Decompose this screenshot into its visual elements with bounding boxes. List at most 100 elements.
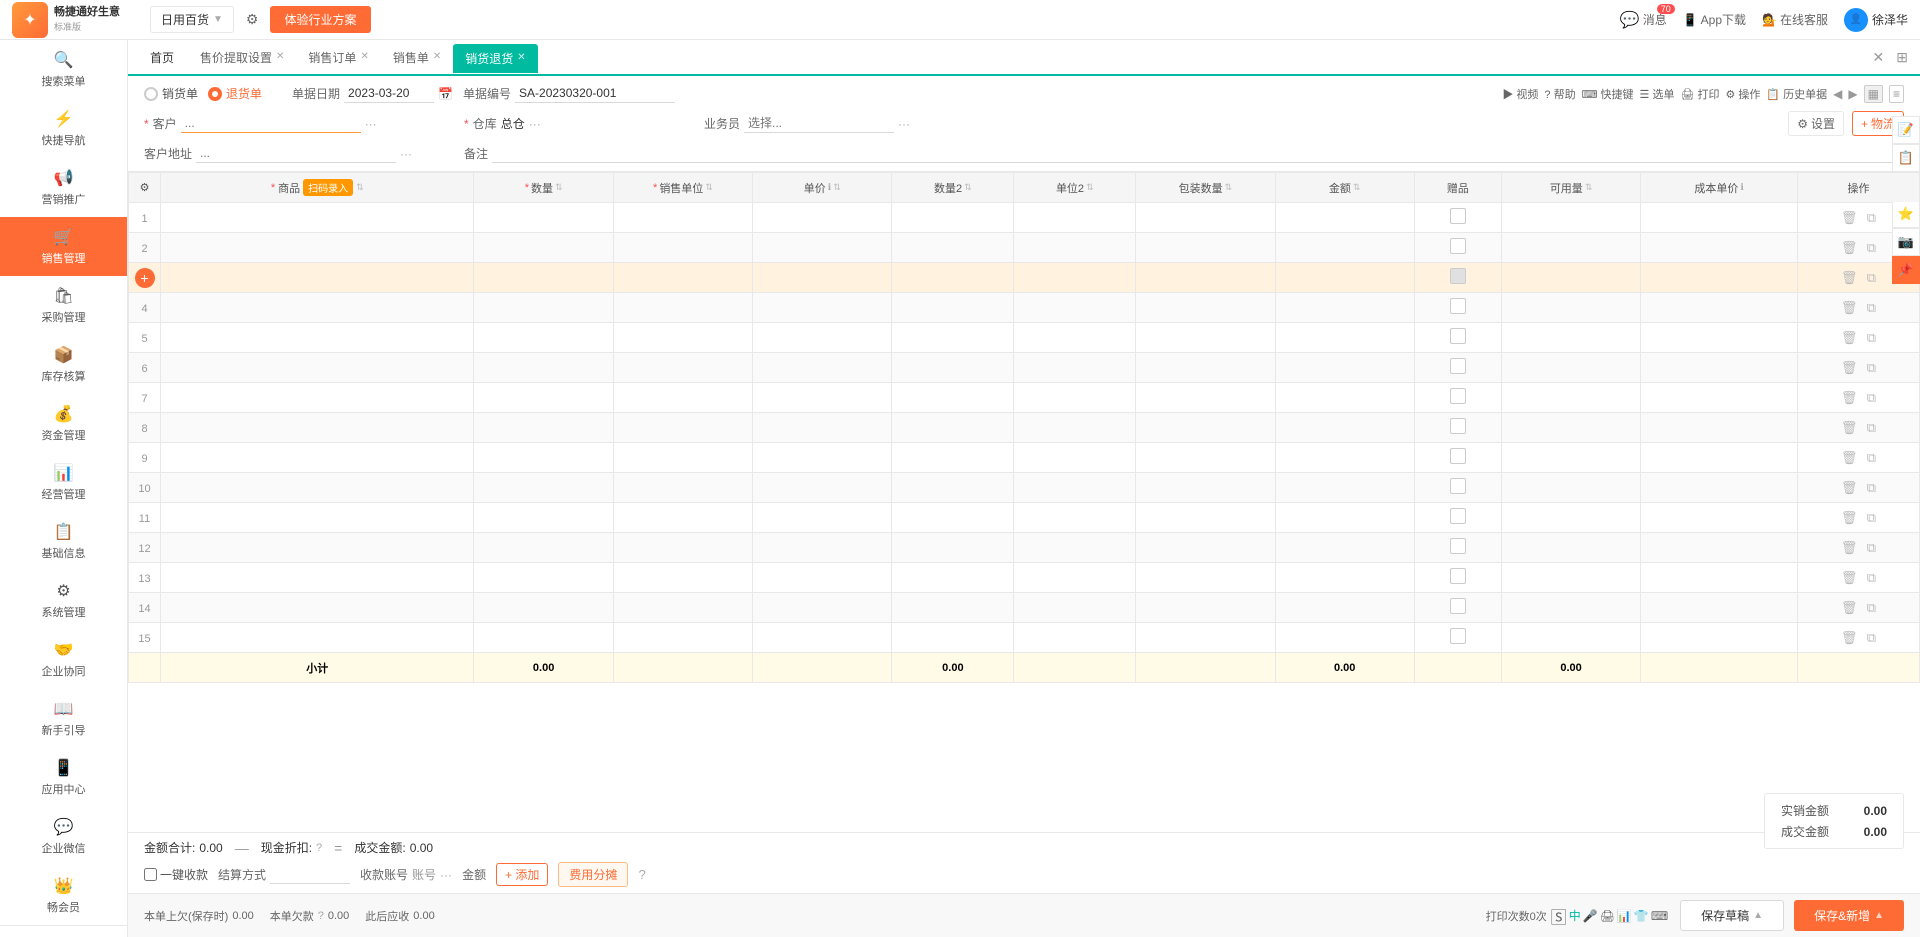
row-qty2-12[interactable] bbox=[892, 533, 1014, 563]
settings-nav-icon[interactable]: ⚙ bbox=[238, 7, 267, 32]
row-gift-9[interactable] bbox=[1414, 443, 1501, 473]
row-quantity-8[interactable] bbox=[474, 413, 613, 443]
delete-row-btn-13[interactable]: 🗑 bbox=[1841, 570, 1858, 585]
row-qty2-15[interactable] bbox=[892, 623, 1014, 653]
tab-close-return[interactable]: ✕ bbox=[517, 53, 525, 63]
sidebar-item-operations[interactable]: 📊 经营管理 bbox=[0, 453, 127, 512]
row-quantity-5[interactable] bbox=[474, 323, 613, 353]
sidebar-item-marketing[interactable]: 📢 营销推广 bbox=[0, 158, 127, 217]
print-btn[interactable]: 🖨 打印 bbox=[1680, 86, 1719, 102]
row-sales-unit-2[interactable] bbox=[613, 233, 752, 263]
tab-price-extract[interactable]: 售价提取设置 ✕ bbox=[188, 43, 296, 74]
row-qty2-6[interactable] bbox=[892, 353, 1014, 383]
row-cost-price-8[interactable] bbox=[1641, 413, 1798, 443]
row-cost-price-10[interactable] bbox=[1641, 473, 1798, 503]
row-pack-qty-4[interactable] bbox=[1136, 293, 1275, 323]
row-unit2-8[interactable] bbox=[1014, 413, 1136, 443]
copy-row-btn-5[interactable]: ⧉ bbox=[1867, 330, 1876, 345]
history-btn[interactable]: 📋 历史单据 bbox=[1766, 86, 1827, 102]
online-service-btn[interactable]: 💁 在线客服 bbox=[1762, 11, 1828, 28]
draft-dropdown-icon[interactable]: ▲ bbox=[1753, 910, 1763, 921]
payment-checkbox[interactable] bbox=[144, 868, 157, 881]
row-qty2-2[interactable] bbox=[892, 233, 1014, 263]
row-available-1[interactable] bbox=[1501, 203, 1640, 233]
row-quantity-12[interactable] bbox=[474, 533, 613, 563]
row-qty2-4[interactable] bbox=[892, 293, 1014, 323]
row-unit2-4[interactable] bbox=[1014, 293, 1136, 323]
tab-close-price[interactable]: ✕ bbox=[276, 52, 284, 62]
row-quantity-3[interactable] bbox=[474, 263, 613, 293]
row-pack-qty-14[interactable] bbox=[1136, 593, 1275, 623]
delete-row-btn-14[interactable]: 🗑 bbox=[1841, 600, 1858, 615]
right-panel-list-icon[interactable]: 📋 bbox=[1892, 144, 1920, 172]
row-amount-4[interactable] bbox=[1275, 293, 1414, 323]
row-unit2-13[interactable] bbox=[1014, 563, 1136, 593]
delete-row-btn-10[interactable]: 🗑 bbox=[1841, 480, 1858, 495]
row-product-14[interactable] bbox=[161, 593, 474, 623]
row-pack-qty-13[interactable] bbox=[1136, 563, 1275, 593]
row-pack-qty-10[interactable] bbox=[1136, 473, 1275, 503]
row-product-8[interactable] bbox=[161, 413, 474, 443]
row-gift-7[interactable] bbox=[1414, 383, 1501, 413]
sort-unit-icon[interactable]: ⇅ bbox=[705, 182, 713, 193]
prev-record-btn[interactable]: ◀ bbox=[1833, 87, 1842, 101]
sidebar-item-inventory[interactable]: 📦 库存核算 bbox=[0, 335, 127, 394]
row-unit-price-14[interactable] bbox=[753, 593, 892, 623]
grid-view-btn[interactable]: ▦ bbox=[1864, 85, 1883, 103]
row-unit2-14[interactable] bbox=[1014, 593, 1136, 623]
row-pack-qty-1[interactable] bbox=[1136, 203, 1275, 233]
user-area[interactable]: 👤 徐泽华 bbox=[1844, 8, 1908, 32]
delete-row-btn-12[interactable]: 🗑 bbox=[1841, 540, 1858, 555]
customer-picker-icon[interactable]: ··· bbox=[365, 117, 377, 131]
radio-return[interactable]: 退货单 bbox=[208, 85, 262, 102]
sort-product-icon[interactable]: ⇅ bbox=[356, 182, 364, 193]
right-panel-note-icon[interactable]: 📝 bbox=[1892, 116, 1920, 144]
row-amount-1[interactable] bbox=[1275, 203, 1414, 233]
row-product-12[interactable] bbox=[161, 533, 474, 563]
copy-row-btn-10[interactable]: ⧉ bbox=[1867, 480, 1876, 495]
copy-row-btn-3[interactable]: ⧉ bbox=[1867, 270, 1876, 285]
row-pack-qty-5[interactable] bbox=[1136, 323, 1275, 353]
delete-row-btn-7[interactable]: 🗑 bbox=[1841, 390, 1858, 405]
copy-row-btn-9[interactable]: ⧉ bbox=[1867, 450, 1876, 465]
row-gift-15[interactable] bbox=[1414, 623, 1501, 653]
row-available-10[interactable] bbox=[1501, 473, 1640, 503]
tab-sales[interactable]: 销售单 ✕ bbox=[381, 43, 453, 74]
delete-row-btn-5[interactable]: 🗑 bbox=[1841, 330, 1858, 345]
row-amount-3[interactable] bbox=[1275, 263, 1414, 293]
row-pack-qty-15[interactable] bbox=[1136, 623, 1275, 653]
radio-sales[interactable]: 销货单 bbox=[144, 85, 198, 102]
row-gift-4[interactable] bbox=[1414, 293, 1501, 323]
delete-row-btn-8[interactable]: 🗑 bbox=[1841, 420, 1858, 435]
single-debt-help[interactable]: ? bbox=[318, 910, 324, 922]
row-amount-14[interactable] bbox=[1275, 593, 1414, 623]
row-sales-unit-11[interactable] bbox=[613, 503, 752, 533]
row-amount-12[interactable] bbox=[1275, 533, 1414, 563]
row-unit-price-5[interactable] bbox=[753, 323, 892, 353]
row-quantity-2[interactable] bbox=[474, 233, 613, 263]
row-amount-8[interactable] bbox=[1275, 413, 1414, 443]
row-available-5[interactable] bbox=[1501, 323, 1640, 353]
row-sales-unit-12[interactable] bbox=[613, 533, 752, 563]
row-available-12[interactable] bbox=[1501, 533, 1640, 563]
row-gift-1[interactable] bbox=[1414, 203, 1501, 233]
video-btn[interactable]: ▶ 视频 bbox=[1502, 86, 1538, 102]
copy-row-btn-2[interactable]: ⧉ bbox=[1867, 240, 1876, 255]
copy-row-btn-11[interactable]: ⧉ bbox=[1867, 510, 1876, 525]
row-sales-unit-8[interactable] bbox=[613, 413, 752, 443]
row-unit-price-10[interactable] bbox=[753, 473, 892, 503]
copy-row-btn-12[interactable]: ⧉ bbox=[1867, 540, 1876, 555]
row-amount-5[interactable] bbox=[1275, 323, 1414, 353]
close-all-tabs-btn[interactable]: ✕ bbox=[1869, 45, 1889, 70]
row-pack-qty-11[interactable] bbox=[1136, 503, 1275, 533]
sidebar-item-member[interactable]: 👑 畅会员 bbox=[0, 866, 127, 925]
row-qty2-9[interactable] bbox=[892, 443, 1014, 473]
delete-row-btn-15[interactable]: 🗑 bbox=[1841, 630, 1858, 645]
row-unit-price-1[interactable] bbox=[753, 203, 892, 233]
row-available-8[interactable] bbox=[1501, 413, 1640, 443]
copy-row-btn-1[interactable]: ⧉ bbox=[1867, 210, 1876, 225]
row-product-5[interactable] bbox=[161, 323, 474, 353]
row-available-7[interactable] bbox=[1501, 383, 1640, 413]
row-pack-qty-8[interactable] bbox=[1136, 413, 1275, 443]
row-cost-price-15[interactable] bbox=[1641, 623, 1798, 653]
